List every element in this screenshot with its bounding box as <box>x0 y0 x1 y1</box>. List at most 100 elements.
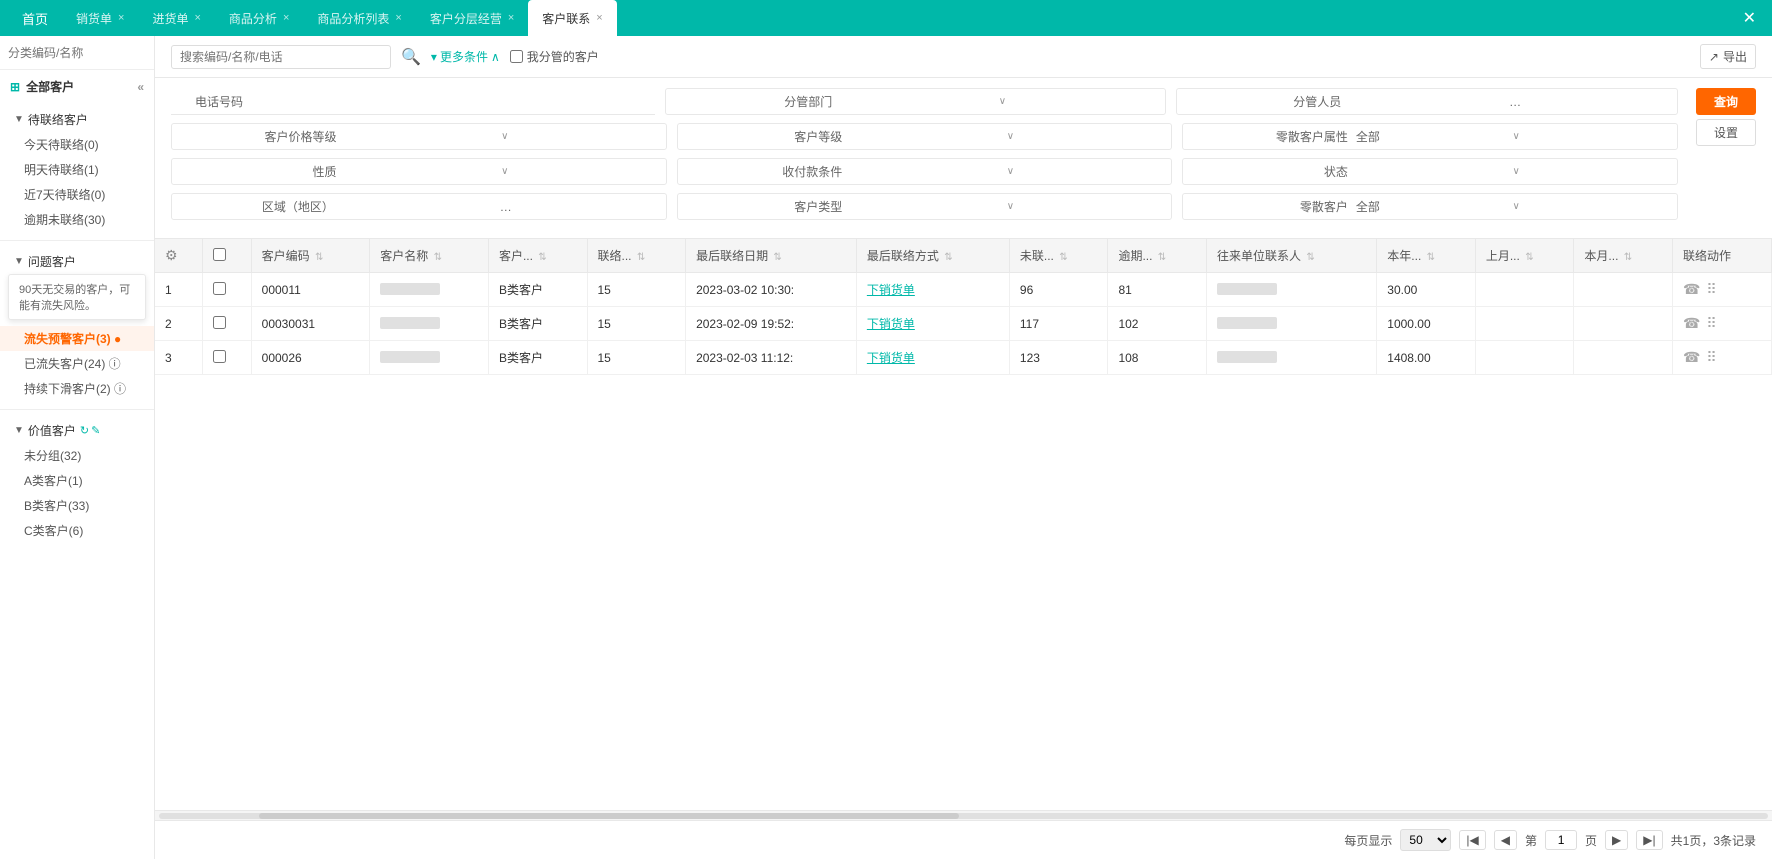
sidebar: 🔍 ⊞ 全部客户 « ▼ 待联络客户 今天待联络(0) 明天待联络(1) 近7天… <box>0 36 155 859</box>
filter-person[interactable]: 分管人员 … <box>1176 88 1678 115</box>
col-contact-count[interactable]: 联络... ⇅ <box>587 239 686 273</box>
first-page-button[interactable]: |◀ <box>1459 830 1485 850</box>
col-last-contact-method[interactable]: 最后联络方式 ⇅ <box>856 239 1009 273</box>
close-icon[interactable]: × <box>508 12 514 24</box>
settings-icon[interactable]: ⚙ <box>165 247 178 263</box>
row-contacts <box>1207 341 1377 375</box>
refresh-icon[interactable]: ↻ <box>80 424 89 437</box>
tab-purchase-order[interactable]: 进货单 × <box>138 0 214 36</box>
col-this-year[interactable]: 本年... ⇅ <box>1377 239 1476 273</box>
row-last-contact-method: 下销货单 <box>856 341 1009 375</box>
next-page-button[interactable]: ▶ <box>1605 830 1628 850</box>
col-code[interactable]: 客户编码 ⇅ <box>251 239 370 273</box>
contact-icon[interactable]: ☎ <box>1683 349 1700 366</box>
contact-method-link[interactable]: 下销货单 <box>867 317 915 331</box>
more-dots-icon[interactable]: … <box>1505 95 1669 109</box>
group-value-title[interactable]: ▼ 价值客户 ↻ ✎ <box>0 418 154 443</box>
filter-dept[interactable]: 分管部门 ∨ <box>665 88 1167 115</box>
export-button[interactable]: ↗ 导出 <box>1700 44 1756 69</box>
filter-customer-type[interactable]: 客户类型 ∨ <box>677 193 1173 220</box>
col-this-month[interactable]: 本月... ⇅ <box>1574 239 1673 273</box>
tab-customer-segmentation[interactable]: 客户分层经营 × <box>416 0 528 36</box>
col-overdue[interactable]: 逾期... ⇅ <box>1108 239 1207 273</box>
sidebar-item-b-class[interactable]: B类客户(33) <box>0 493 154 518</box>
close-icon[interactable]: × <box>596 12 602 24</box>
all-customers-header[interactable]: ⊞ 全部客户 « <box>0 70 154 103</box>
filter-retail-customer[interactable]: 零散客户 全部 ∨ <box>1182 193 1678 220</box>
my-customers-checkbox[interactable] <box>510 50 523 63</box>
col-not-contacted[interactable]: 未联... ⇅ <box>1009 239 1108 273</box>
row-select-checkbox[interactable] <box>213 350 226 363</box>
row-this-year: 1000.00 <box>1377 307 1476 341</box>
page-number-input[interactable] <box>1545 830 1577 850</box>
sort-icon: ⇅ <box>1059 252 1067 263</box>
horizontal-scrollbar[interactable] <box>155 810 1772 820</box>
sidebar-item-c-class[interactable]: C类客户(6) <box>0 518 154 543</box>
more-actions-icon[interactable]: ⠿ <box>1706 315 1716 332</box>
tab-home[interactable]: 首页 <box>8 9 62 28</box>
filter-status[interactable]: 状态 ∨ <box>1182 158 1678 185</box>
filter-nature[interactable]: 性质 ∨ <box>171 158 667 185</box>
group-pending-title[interactable]: ▼ 待联络客户 <box>0 107 154 132</box>
contact-method-link[interactable]: 下销货单 <box>867 283 915 297</box>
col-last-month[interactable]: 上月... ⇅ <box>1475 239 1574 273</box>
tab-product-analysis-list[interactable]: 商品分析列表 × <box>303 0 415 36</box>
more-dots-icon[interactable]: … <box>496 200 658 214</box>
sidebar-item-ungrouped[interactable]: 未分组(32) <box>0 443 154 468</box>
prev-page-button[interactable]: ◀ <box>1494 830 1517 850</box>
name-blurred <box>380 283 440 295</box>
close-icon[interactable]: × <box>194 12 200 24</box>
tab-customer-contact[interactable]: 客户联系 × <box>528 0 616 36</box>
sidebar-item-churned[interactable]: 已流失客户(24) ⓘ <box>0 351 154 376</box>
row-code: 000026 <box>251 341 370 375</box>
close-icon[interactable]: × <box>118 12 124 24</box>
row-select-checkbox[interactable] <box>213 282 226 295</box>
contact-icon[interactable]: ☎ <box>1683 281 1700 298</box>
filter-payment-terms[interactable]: 收付款条件 ∨ <box>677 158 1173 185</box>
my-customers-checkbox-label[interactable]: 我分管的客户 <box>510 48 599 65</box>
tab-sales-order[interactable]: 销货单 × <box>62 0 138 36</box>
edit-icon[interactable]: ✎ <box>91 424 100 437</box>
search-input[interactable] <box>171 45 391 69</box>
sidebar-item-tomorrow[interactable]: 明天待联络(1) <box>0 157 154 182</box>
filter-customer-grade[interactable]: 客户等级 ∨ <box>677 123 1173 150</box>
last-page-button[interactable]: ▶| <box>1636 830 1662 850</box>
settings-button[interactable]: 设置 <box>1696 119 1756 146</box>
sidebar-item-churn-warning[interactable]: 流失预警客户(3) ● <box>0 326 154 351</box>
page-size-select[interactable]: 50 100 <box>1400 829 1451 851</box>
sort-icon: ⇅ <box>434 252 442 263</box>
filter-region[interactable]: 区域（地区） … <box>171 193 667 220</box>
collapse-icon[interactable]: « <box>137 80 144 94</box>
select-all-checkbox[interactable] <box>213 248 226 261</box>
contact-icon[interactable]: ☎ <box>1683 315 1700 332</box>
pagination-bar: 每页显示 50 100 |◀ ◀ 第 页 ▶ ▶| 共1页，3条记录 <box>155 820 1772 859</box>
col-name[interactable]: 客户名称 ⇅ <box>370 239 489 273</box>
phone-input[interactable] <box>251 94 655 108</box>
col-last-contact-date[interactable]: 最后联络日期 ⇅ <box>686 239 857 273</box>
query-button[interactable]: 查询 <box>1696 88 1756 115</box>
scrollbar-thumb[interactable] <box>259 813 959 819</box>
sidebar-item-7days[interactable]: 近7天待联络(0) <box>0 182 154 207</box>
filter-retail-attr[interactable]: 零散客户属性 全部 ∨ <box>1182 123 1678 150</box>
sidebar-item-overdue-contact[interactable]: 逾期未联络(30) <box>0 207 154 232</box>
more-actions-icon[interactable]: ⠿ <box>1706 281 1716 298</box>
group-problem-title[interactable]: ▼ 问题客户 <box>0 249 154 274</box>
col-type[interactable]: 客户... ⇅ <box>488 239 587 273</box>
close-icon[interactable]: × <box>395 12 401 24</box>
row-select-checkbox[interactable] <box>213 316 226 329</box>
more-conditions-button[interactable]: ▾ 更多条件 ∧ <box>431 48 500 65</box>
settings-col[interactable]: ⚙ <box>155 239 202 273</box>
search-button[interactable]: 🔍 <box>401 47 421 67</box>
sidebar-item-today[interactable]: 今天待联络(0) <box>0 132 154 157</box>
filter-price-grade[interactable]: 客户价格等级 ∨ <box>171 123 667 150</box>
window-close-button[interactable]: ✕ <box>1735 8 1764 28</box>
sidebar-search-input[interactable] <box>8 46 155 60</box>
col-contacts[interactable]: 往来单位联系人 ⇅ <box>1207 239 1377 273</box>
contact-method-link[interactable]: 下销货单 <box>867 351 915 365</box>
customer-table: ⚙ 客户编码 ⇅ 客户名称 ⇅ 客户... ⇅ 联络... ⇅ 最后联络日期 ⇅… <box>155 239 1772 375</box>
sidebar-item-declining[interactable]: 持续下滑客户(2) ⓘ <box>0 376 154 401</box>
close-icon[interactable]: × <box>283 12 289 24</box>
sidebar-item-a-class[interactable]: A类客户(1) <box>0 468 154 493</box>
tab-product-analysis[interactable]: 商品分析 × <box>215 0 303 36</box>
more-actions-icon[interactable]: ⠿ <box>1706 349 1716 366</box>
